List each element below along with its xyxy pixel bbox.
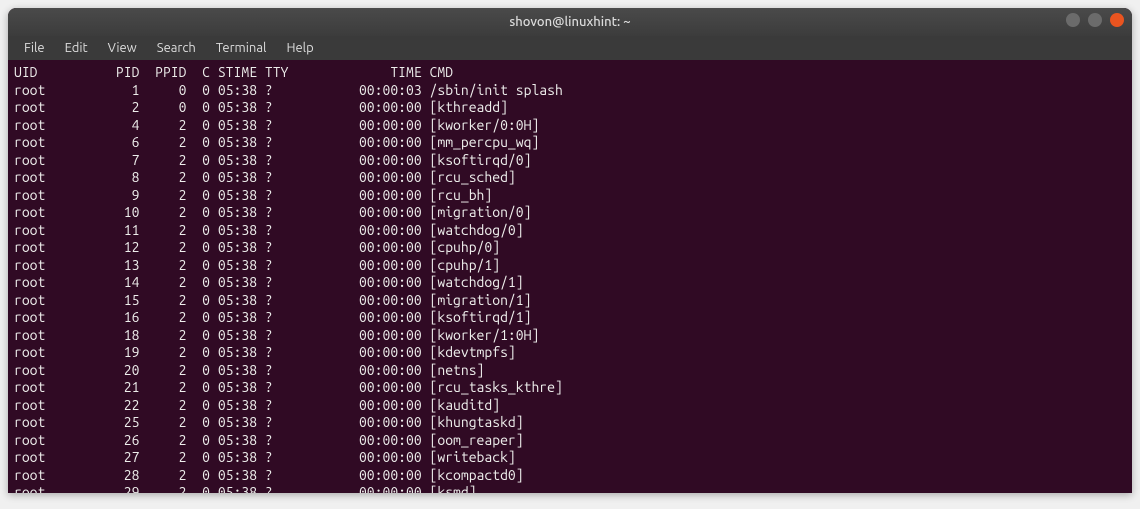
minimize-icon[interactable] bbox=[1066, 13, 1080, 27]
maximize-icon[interactable] bbox=[1088, 13, 1102, 27]
menu-file[interactable]: File bbox=[16, 39, 53, 57]
close-icon[interactable] bbox=[1110, 13, 1124, 27]
window-title: shovon@linuxhint: ~ bbox=[509, 15, 630, 29]
menu-edit[interactable]: Edit bbox=[57, 39, 96, 57]
menu-help[interactable]: Help bbox=[278, 39, 321, 57]
menu-search[interactable]: Search bbox=[149, 39, 204, 57]
terminal-output[interactable]: UID PID PPID C STIME TTY TIME CMD root 1… bbox=[8, 60, 1132, 493]
menu-view[interactable]: View bbox=[100, 39, 145, 57]
window-controls bbox=[1066, 13, 1124, 27]
titlebar: shovon@linuxhint: ~ bbox=[8, 8, 1132, 36]
terminal-window: shovon@linuxhint: ~ File Edit View Searc… bbox=[8, 8, 1132, 493]
menubar: File Edit View Search Terminal Help bbox=[8, 36, 1132, 60]
menu-terminal[interactable]: Terminal bbox=[208, 39, 275, 57]
